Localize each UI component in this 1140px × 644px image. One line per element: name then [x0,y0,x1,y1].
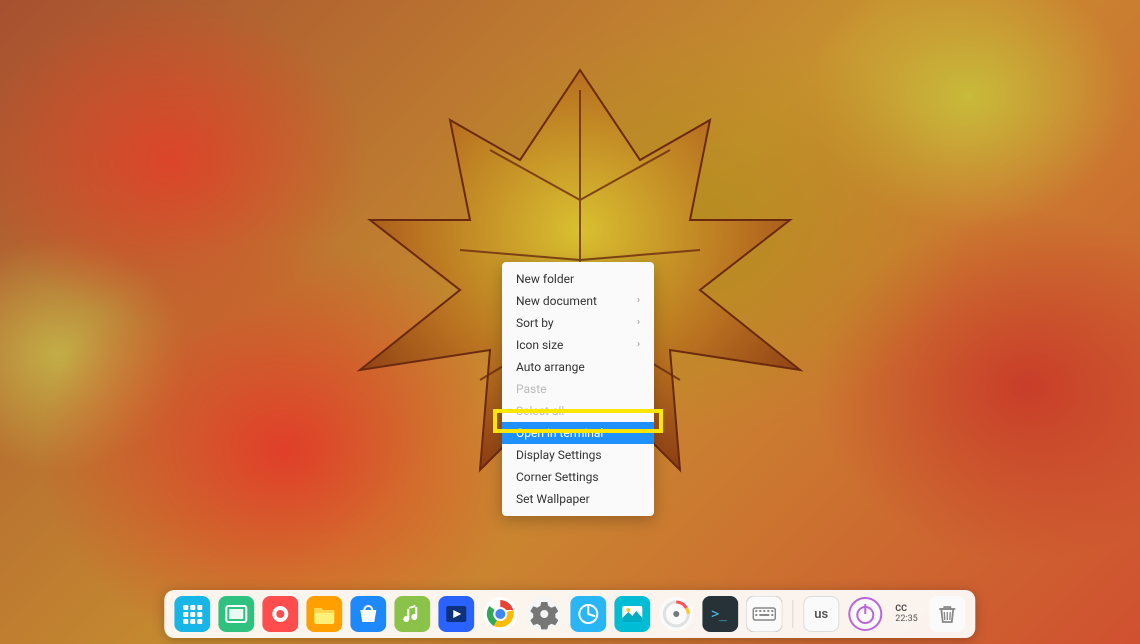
dock: >_ us CC 22:35 [164,590,975,638]
menu-item-label: Open in terminal [516,426,603,440]
menu-item-display-settings[interactable]: Display Settings [502,444,654,466]
menu-item-label: Display Settings [516,448,602,462]
menu-item-label: New folder [516,272,574,286]
desktop-context-menu: New folder New document › Sort by › Icon… [502,262,654,516]
menu-item-label: Set Wallpaper [516,492,590,506]
menu-item-new-document[interactable]: New document › [502,290,654,312]
chevron-right-icon: › [637,338,640,352]
dock-date-label: CC [895,604,917,614]
dock-color-picker-icon[interactable] [658,596,694,632]
chevron-right-icon: › [637,316,640,330]
dock-time-label: 22:35 [895,614,917,624]
chevron-right-icon: › [637,294,640,308]
menu-item-label: Auto arrange [516,360,585,374]
dock-image-viewer-icon[interactable] [614,596,650,632]
keyboard-layout-label: us [814,607,828,622]
dock-systemmonitor-icon[interactable] [570,596,606,632]
dock-onscreen-keyboard-icon[interactable] [746,596,782,632]
desktop-wallpaper[interactable]: New folder New document › Sort by › Icon… [0,0,1140,644]
menu-item-new-folder[interactable]: New folder [502,268,654,290]
menu-item-label: Corner Settings [516,470,599,484]
menu-item-label: Icon size [516,338,563,352]
menu-item-label: Select all [516,404,564,418]
dock-screenshot-icon[interactable] [262,596,298,632]
menu-item-icon-size[interactable]: Icon size › [502,334,654,356]
menu-item-label: Sort by [516,316,554,330]
menu-item-open-in-terminal[interactable]: Open in terminal [502,422,654,444]
dock-store-icon[interactable] [350,596,386,632]
dock-separator [792,600,793,628]
dock-terminal-icon[interactable]: >_ [702,596,738,632]
menu-item-corner-settings[interactable]: Corner Settings [502,466,654,488]
menu-item-select-all: Select all [502,400,654,422]
dock-chrome-icon[interactable] [482,596,518,632]
dock-keyboard-layout[interactable]: us [803,596,839,632]
dock-music-icon[interactable] [394,596,430,632]
dock-power-icon[interactable] [847,596,883,632]
menu-item-sort-by[interactable]: Sort by › [502,312,654,334]
dock-video-icon[interactable] [438,596,474,632]
menu-item-auto-arrange[interactable]: Auto arrange [502,356,654,378]
menu-item-paste: Paste [502,378,654,400]
dock-launcher-icon[interactable] [174,596,210,632]
menu-item-label: New document [516,294,597,308]
dock-files-icon[interactable] [306,596,342,632]
dock-settings-icon[interactable] [526,596,562,632]
menu-item-set-wallpaper[interactable]: Set Wallpaper [502,488,654,510]
menu-item-label: Paste [516,382,547,396]
dock-multitasking-icon[interactable] [218,596,254,632]
dock-trash-icon[interactable] [930,596,966,632]
dock-datetime[interactable]: CC 22:35 [891,604,921,624]
svg-text:>_: >_ [711,607,727,622]
